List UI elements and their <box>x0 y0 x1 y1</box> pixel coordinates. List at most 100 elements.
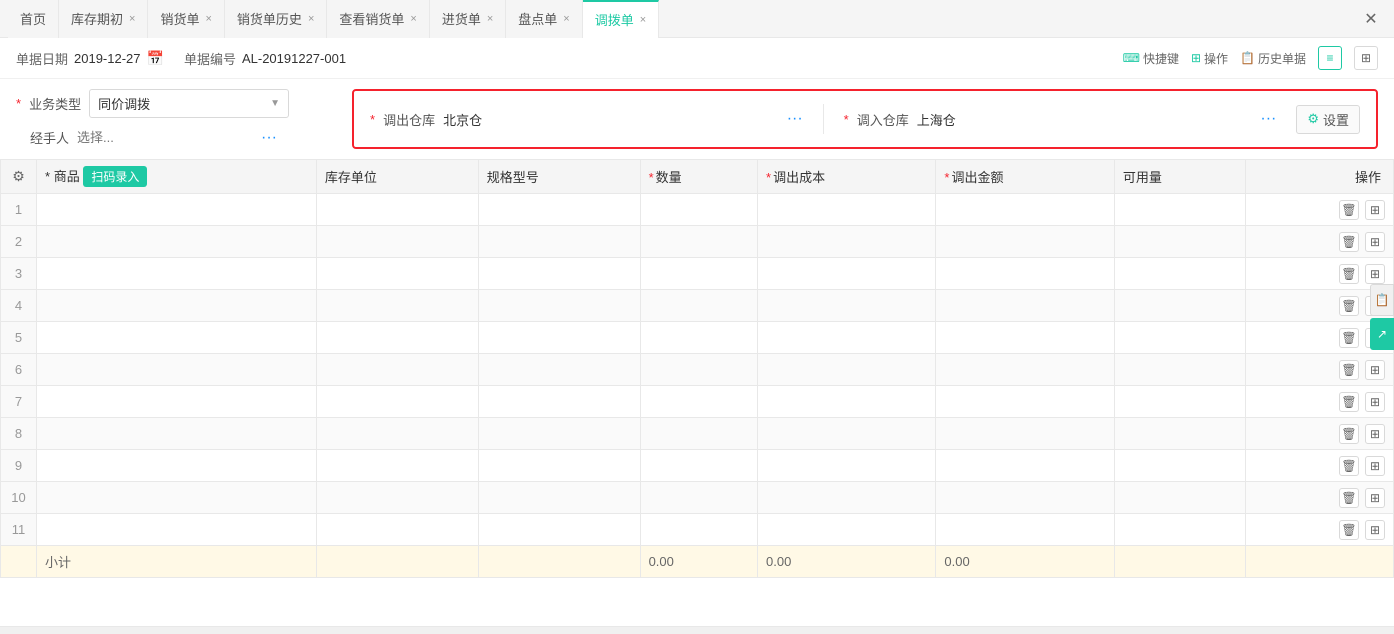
cell-spec[interactable] <box>478 194 640 226</box>
cell-product[interactable] <box>37 322 317 354</box>
cell-qty[interactable] <box>640 386 757 418</box>
cell-unit[interactable] <box>316 354 478 386</box>
cell-cost[interactable] <box>758 450 936 482</box>
cell-amount[interactable] <box>936 354 1114 386</box>
cell-qty[interactable] <box>640 418 757 450</box>
cell-unit[interactable] <box>316 290 478 322</box>
cell-cost[interactable] <box>758 418 936 450</box>
cell-qty[interactable] <box>640 514 757 546</box>
copy-row-icon[interactable]: ⊞ <box>1365 360 1385 380</box>
cell-available[interactable] <box>1114 514 1245 546</box>
cell-cost[interactable] <box>758 514 936 546</box>
handler-input[interactable] <box>77 130 253 145</box>
copy-row-icon[interactable]: ⊞ <box>1365 488 1385 508</box>
cell-spec[interactable] <box>478 482 640 514</box>
tab-inventory-init[interactable]: 库存期初 × <box>59 0 148 38</box>
cell-amount[interactable] <box>936 194 1114 226</box>
cell-available[interactable] <box>1114 450 1245 482</box>
cell-unit[interactable] <box>316 482 478 514</box>
cell-available[interactable] <box>1114 386 1245 418</box>
close-tab-transfer[interactable]: × <box>640 14 646 26</box>
col-gear[interactable]: ⚙ <box>1 160 37 194</box>
cell-product[interactable] <box>37 226 317 258</box>
cell-cost[interactable] <box>758 354 936 386</box>
delete-row-icon[interactable]: 🗑 <box>1339 200 1359 220</box>
cell-available[interactable] <box>1114 322 1245 354</box>
close-tab-sales[interactable]: × <box>205 13 211 25</box>
side-list-icon[interactable]: 📋 <box>1370 284 1394 316</box>
scan-entry-button[interactable]: 扫码录入 <box>83 166 147 187</box>
cell-qty[interactable] <box>640 450 757 482</box>
cell-available[interactable] <box>1114 418 1245 450</box>
col-gear-icon[interactable]: ⚙ <box>12 168 25 184</box>
cell-available[interactable] <box>1114 290 1245 322</box>
cell-cost[interactable] <box>758 194 936 226</box>
tab-purchase[interactable]: 进货单 × <box>430 0 506 38</box>
cell-available[interactable] <box>1114 226 1245 258</box>
view-toggle-grid[interactable]: ⊞ <box>1354 46 1378 70</box>
cell-unit[interactable] <box>316 418 478 450</box>
shortcuts-btn[interactable]: ⌨ 快捷键 <box>1123 50 1179 67</box>
close-window-button[interactable]: ✕ <box>1356 4 1386 34</box>
copy-row-icon[interactable]: ⊞ <box>1365 392 1385 412</box>
settings-button[interactable]: ⚙ 设置 <box>1296 105 1360 134</box>
tab-transfer[interactable]: 调拨单 × <box>583 0 659 38</box>
view-toggle-list[interactable]: ≡ <box>1318 46 1342 70</box>
cell-spec[interactable] <box>478 322 640 354</box>
side-export-icon[interactable]: ↗ <box>1370 318 1394 350</box>
delete-row-icon[interactable]: 🗑 <box>1339 392 1359 412</box>
cell-qty[interactable] <box>640 290 757 322</box>
cell-unit[interactable] <box>316 322 478 354</box>
cell-product[interactable] <box>37 482 317 514</box>
delete-row-icon[interactable]: 🗑 <box>1339 520 1359 540</box>
delete-row-icon[interactable]: 🗑 <box>1339 456 1359 476</box>
cell-qty[interactable] <box>640 354 757 386</box>
cell-cost[interactable] <box>758 258 936 290</box>
cell-cost[interactable] <box>758 386 936 418</box>
scroll-area[interactable] <box>0 626 1394 634</box>
cell-product[interactable] <box>37 386 317 418</box>
history-btn[interactable]: 📋 历史单据 <box>1240 50 1306 67</box>
delete-row-icon[interactable]: 🗑 <box>1339 424 1359 444</box>
cell-spec[interactable] <box>478 450 640 482</box>
operations-btn[interactable]: ⊞ 操作 <box>1191 50 1228 67</box>
calendar-icon[interactable]: 📅 <box>147 50 164 67</box>
copy-row-icon[interactable]: ⊞ <box>1365 200 1385 220</box>
cell-spec[interactable] <box>478 386 640 418</box>
cell-unit[interactable] <box>316 386 478 418</box>
copy-row-icon[interactable]: ⊞ <box>1365 424 1385 444</box>
delete-row-icon[interactable]: 🗑 <box>1339 488 1359 508</box>
cell-spec[interactable] <box>478 418 640 450</box>
close-tab-stocktake[interactable]: × <box>563 13 569 25</box>
tab-stocktake[interactable]: 盘点单 × <box>506 0 582 38</box>
close-tab-inventory-init[interactable]: × <box>129 13 135 25</box>
cell-qty[interactable] <box>640 322 757 354</box>
cell-spec[interactable] <box>478 354 640 386</box>
in-warehouse-more-icon[interactable]: ··· <box>1260 110 1276 128</box>
cell-cost[interactable] <box>758 482 936 514</box>
cell-unit[interactable] <box>316 450 478 482</box>
cell-unit[interactable] <box>316 226 478 258</box>
cell-qty[interactable] <box>640 258 757 290</box>
tab-sales-history[interactable]: 销货单历史 × <box>225 0 327 38</box>
delete-row-icon[interactable]: 🗑 <box>1339 232 1359 252</box>
tab-sales[interactable]: 销货单 × <box>148 0 224 38</box>
cell-cost[interactable] <box>758 322 936 354</box>
cell-amount[interactable] <box>936 226 1114 258</box>
copy-row-icon[interactable]: ⊞ <box>1365 456 1385 476</box>
cell-spec[interactable] <box>478 514 640 546</box>
cell-cost[interactable] <box>758 290 936 322</box>
close-tab-purchase[interactable]: × <box>487 13 493 25</box>
handler-more-icon[interactable]: ··· <box>261 129 277 147</box>
cell-unit[interactable] <box>316 514 478 546</box>
cell-amount[interactable] <box>936 514 1114 546</box>
cell-spec[interactable] <box>478 258 640 290</box>
tab-home[interactable]: 首页 <box>8 0 59 38</box>
cell-qty[interactable] <box>640 482 757 514</box>
close-tab-view-sales[interactable]: × <box>410 13 416 25</box>
cell-product[interactable] <box>37 258 317 290</box>
copy-row-icon[interactable]: ⊞ <box>1365 232 1385 252</box>
biz-type-select[interactable]: 同价调拨 ▼ <box>89 89 289 118</box>
cell-qty[interactable] <box>640 226 757 258</box>
cell-spec[interactable] <box>478 290 640 322</box>
